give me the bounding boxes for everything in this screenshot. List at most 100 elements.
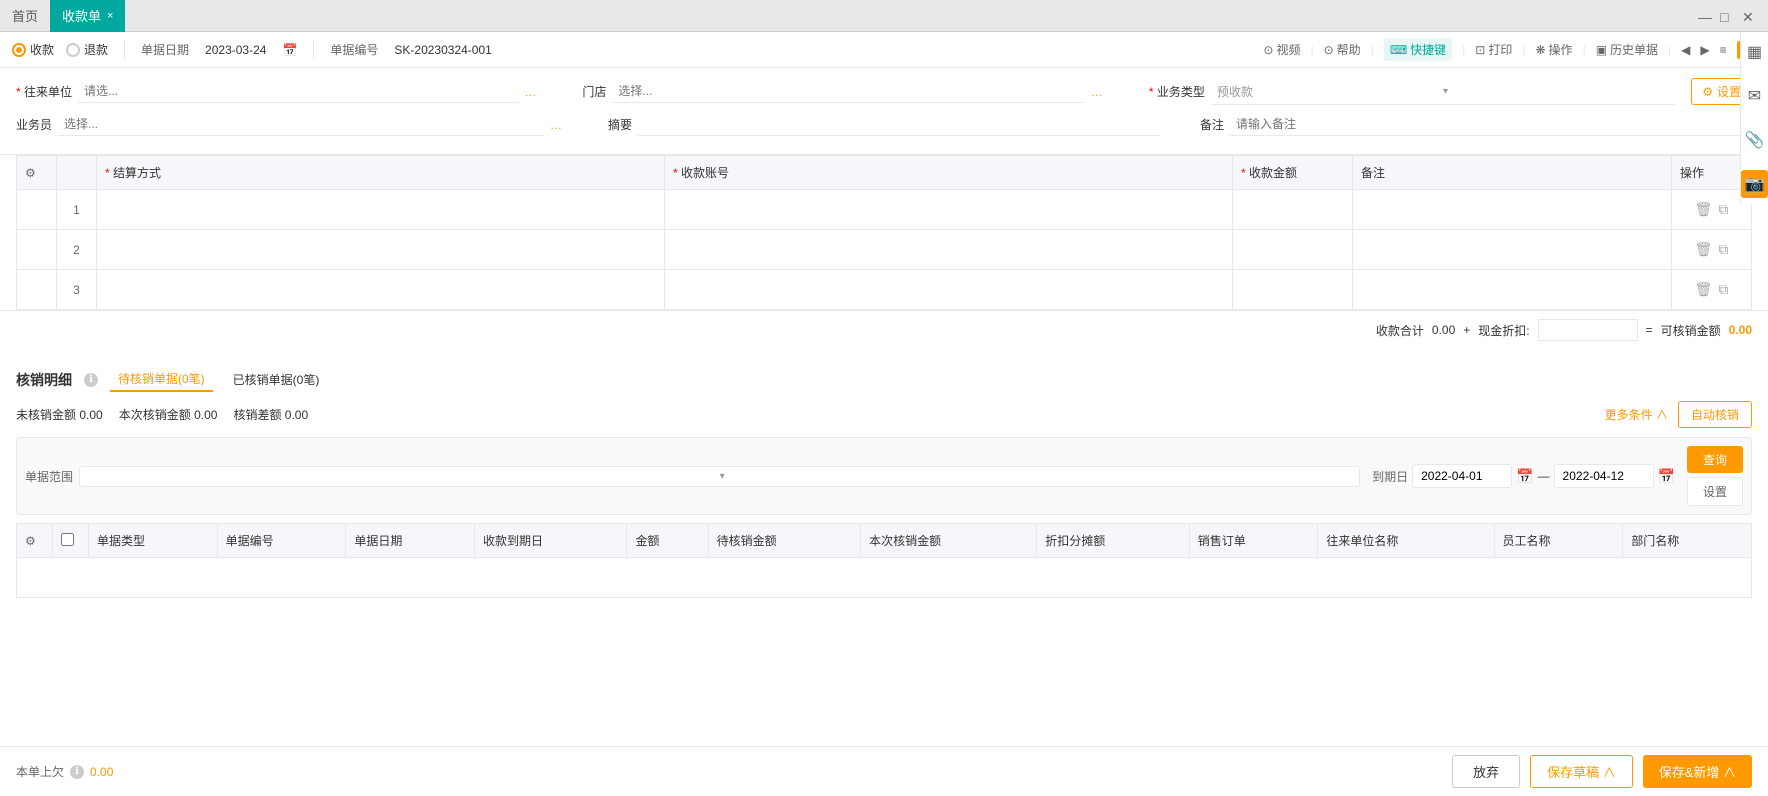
date-separator: — <box>1538 469 1550 483</box>
row2-copy-icon[interactable]: ⧉ <box>1718 241 1728 258</box>
verify-tab-done[interactable]: 已核销单据(0笔) <box>225 368 328 391</box>
col-settings[interactable]: ⚙ <box>17 156 57 190</box>
row3-settlement[interactable] <box>97 270 665 310</box>
plus-sign: + <box>1463 323 1470 337</box>
row3-copy-icon[interactable]: ⧉ <box>1718 281 1728 298</box>
vcol-dept: 部门名称 <box>1623 524 1752 558</box>
store-more-btn[interactable]: … <box>1085 85 1109 99</box>
video-action[interactable]: ⊙ 视频 <box>1263 41 1300 58</box>
stat-uncleaned: 未核销金额 0.00 <box>16 406 103 423</box>
row3-amount[interactable] <box>1233 270 1353 310</box>
chevron-down-icon: ▾ <box>1443 86 1669 97</box>
select-all-checkbox[interactable] <box>61 533 74 546</box>
row3-account[interactable] <box>665 270 1233 310</box>
table-gear-icon[interactable]: ⚙ <box>25 166 36 180</box>
row1-account[interactable] <box>665 190 1233 230</box>
row3-delete-icon[interactable]: 🗑 <box>1695 281 1713 298</box>
operation-action[interactable]: ❋ 操作 <box>1535 41 1572 58</box>
store-label: 门店 <box>582 83 612 100</box>
staff-input[interactable] <box>58 113 544 136</box>
row2-account[interactable] <box>665 230 1233 270</box>
calendar-icon[interactable]: 📅 <box>282 43 297 57</box>
verify-settings-button[interactable]: 设置 <box>1687 477 1743 506</box>
row3-settings <box>17 270 57 310</box>
row1-settings <box>17 190 57 230</box>
summary-input[interactable] <box>638 113 1160 136</box>
col-account: 收款账号 <box>665 156 1233 190</box>
limit-info-icon[interactable]: ℹ <box>70 765 84 779</box>
limit-label: 本单上欠 <box>16 763 64 780</box>
staff-more-btn[interactable]: … <box>544 118 568 132</box>
remark-input[interactable] <box>1230 113 1752 136</box>
verify-gear-icon[interactable]: ⚙ <box>25 534 36 548</box>
radio-refund[interactable]: 退款 <box>66 41 108 58</box>
print-action[interactable]: ⊡ 打印 <box>1475 41 1512 58</box>
row2-amount[interactable] <box>1233 230 1353 270</box>
verify-tab-pending[interactable]: 待核销单据(0笔) <box>110 367 213 392</box>
shortcut-action[interactable]: ⌨ 快捷键 <box>1384 38 1452 61</box>
query-button[interactable]: 查询 <box>1687 446 1743 473</box>
more-conditions-btn[interactable]: 更多条件 ∧ <box>1605 406 1668 423</box>
row2-delete-icon[interactable]: 🗑 <box>1695 241 1713 258</box>
due-date-from-input[interactable] <box>1412 464 1512 488</box>
divider-1 <box>124 40 125 60</box>
row1-copy-icon[interactable]: ⧉ <box>1718 201 1728 218</box>
save-new-button[interactable]: 保存&新增 ∧ <box>1643 755 1752 788</box>
cal-to-icon[interactable]: 📅 <box>1658 468 1675 485</box>
page-footer: 本单上欠 ℹ 0.00 放弃 保存草稿 ∧ 保存&新增 ∧ <box>0 746 1768 796</box>
nav-prev-icon[interactable]: ◀ <box>1681 43 1690 57</box>
vcol-this-amount: 本次核销金额 <box>861 524 1037 558</box>
vcol-gear[interactable]: ⚙ <box>17 524 53 558</box>
sidebar-clip-icon[interactable]: 📎 <box>1741 126 1768 154</box>
verify-info-icon[interactable]: ℹ <box>84 373 98 387</box>
bill-range-select[interactable]: ▾ <box>79 466 1360 487</box>
due-date-to-input[interactable] <box>1554 464 1654 488</box>
window-controls: — □ ✕ <box>1698 9 1768 23</box>
row1-amount[interactable] <box>1233 190 1353 230</box>
equals-sign: = <box>1646 323 1653 337</box>
row1-settlement[interactable] <box>97 190 665 230</box>
counterpart-more-btn[interactable]: … <box>518 85 542 99</box>
tab-close-receipt[interactable]: × <box>107 10 113 22</box>
cal-from-icon[interactable]: 📅 <box>1516 468 1533 485</box>
save-draft-button[interactable]: 保存草稿 ∧ <box>1530 755 1633 788</box>
sidebar-mail-icon[interactable]: ✉ <box>1744 82 1765 110</box>
nav-next-icon[interactable]: ▶ <box>1700 43 1709 57</box>
business-type-select[interactable]: 预收款 ▾ <box>1211 79 1675 105</box>
row1-remark[interactable] <box>1353 190 1672 230</box>
auto-clear-button[interactable]: 自动核销 <box>1678 401 1752 428</box>
counterpart-input[interactable] <box>78 80 518 103</box>
summary-row: 收款合计 0.00 + 现金折扣: = 可核销金额 0.00 <box>0 310 1768 349</box>
col-remark: 备注 <box>1353 156 1672 190</box>
row2-settlement[interactable] <box>97 230 665 270</box>
row2-settings <box>17 230 57 270</box>
maximize-button[interactable]: □ <box>1720 9 1734 23</box>
tab-home[interactable]: 首页 <box>0 0 50 32</box>
form-area: 往来单位 … 门店 … 业务类型 预收款 ▾ ⚙ <box>0 68 1768 155</box>
col-settlement: 结算方式 <box>97 156 665 190</box>
col-amount: 收款金额 <box>1233 156 1353 190</box>
radio-receipt[interactable]: 收款 <box>12 41 54 58</box>
close-button[interactable]: ✕ <box>1742 9 1756 23</box>
abandon-button[interactable]: 放弃 <box>1452 755 1520 788</box>
vcol-bill-date: 单据日期 <box>346 524 475 558</box>
sidebar-camera-icon[interactable]: 📷 <box>1741 170 1768 198</box>
bill-date-value[interactable]: 2023-03-24 <box>205 43 266 57</box>
row2-remark[interactable] <box>1353 230 1672 270</box>
row2-actions: 🗑 ⧉ <box>1672 230 1752 270</box>
store-input[interactable] <box>612 80 1084 103</box>
list-view-icon[interactable]: ≡ <box>1720 43 1727 57</box>
help-action[interactable]: ⊙ 帮助 <box>1324 41 1361 58</box>
sidebar-table-icon[interactable]: ▦ <box>1743 38 1766 66</box>
table-header-row: ⚙ 结算方式 收款账号 收款金额 备注 操作 <box>17 156 1752 190</box>
history-action[interactable]: ▣ 历史单据 <box>1596 41 1658 58</box>
row1-delete-icon[interactable]: 🗑 <box>1695 201 1713 218</box>
minimize-button[interactable]: — <box>1698 9 1712 23</box>
discount-input[interactable] <box>1538 319 1638 341</box>
table-wrap: ⚙ 结算方式 收款账号 收款金额 备注 操作 1 <box>0 155 1768 310</box>
bill-no-value: SK-20230324-001 <box>394 43 491 57</box>
staff-label: 业务员 <box>16 116 58 133</box>
tab-receipt[interactable]: 收款单 × <box>50 0 125 32</box>
row3-remark[interactable] <box>1353 270 1672 310</box>
circle-icon: ⊙ <box>1263 43 1273 57</box>
